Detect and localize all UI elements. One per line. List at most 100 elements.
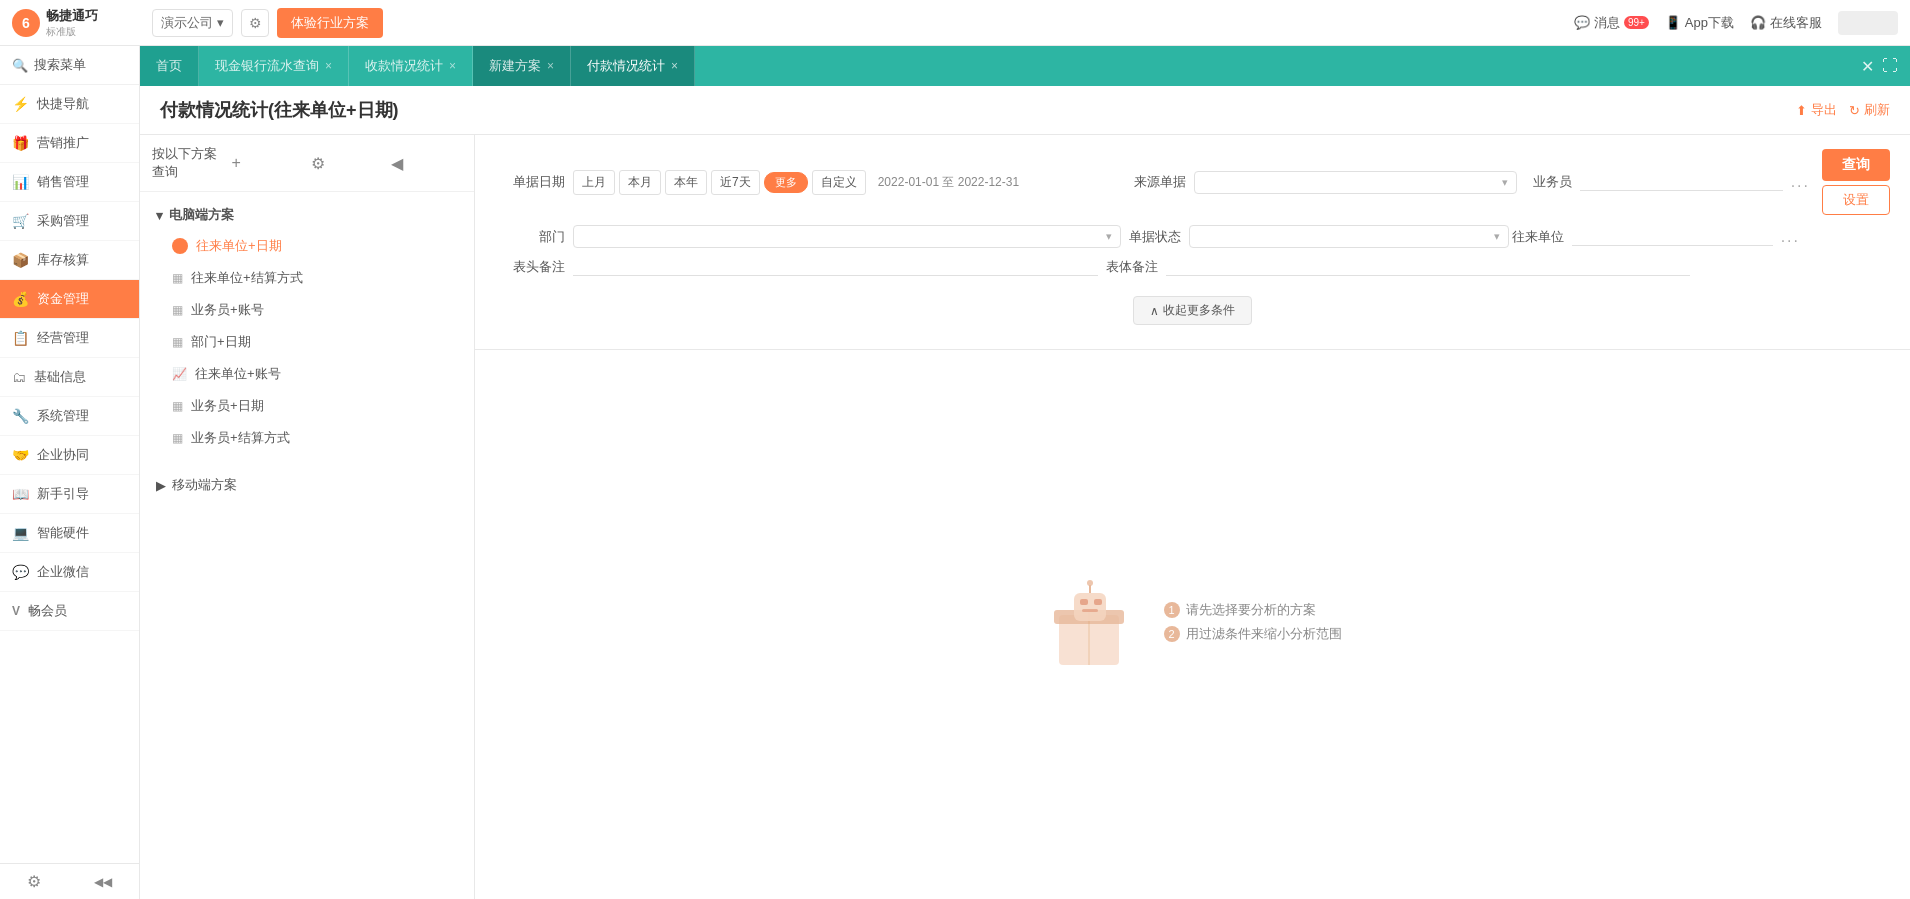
scheme-settings-button[interactable]: ⚙: [311, 154, 383, 173]
pc-group-title[interactable]: ▾ 电脑端方案: [140, 200, 474, 230]
related-unit-input[interactable]: [1572, 228, 1773, 243]
sidebar-item-member-label: 畅会员: [28, 602, 67, 620]
svg-rect-6: [1082, 609, 1098, 612]
scheme-staff-date[interactable]: ▦ 业务员+日期: [140, 390, 474, 422]
filter-row-1: 单据日期 上月 本月 本年 近7天 更多 自定义 2022-01-01 至 20…: [495, 149, 1890, 215]
sidebar-item-operation-label: 经营管理: [37, 329, 89, 347]
sidebar-settings-button[interactable]: ⚙: [27, 872, 41, 891]
panel-collapse-button[interactable]: ◀: [391, 154, 463, 173]
sidebar-item-operation[interactable]: 📋 经营管理: [0, 319, 139, 358]
online-service-button[interactable]: 🎧 在线客服: [1750, 14, 1822, 32]
body-remark-cell: [1166, 258, 1691, 276]
scheme-unit-settlement-icon: ▦: [172, 271, 183, 285]
add-scheme-button[interactable]: +: [232, 154, 304, 172]
date-btn-custom[interactable]: 自定义: [812, 170, 866, 195]
header-center: 演示公司 ▾ ⚙ 体验行业方案: [152, 8, 1574, 38]
date-label: 单据日期: [495, 173, 565, 191]
staff-input-wrap: [1580, 173, 1783, 191]
empty-svg: [1044, 575, 1144, 675]
filter-settings-button[interactable]: 设置: [1822, 185, 1890, 215]
sidebar-item-member[interactable]: V 畅会员: [0, 592, 139, 631]
search-menu-button[interactable]: 🔍 搜索菜单: [0, 46, 139, 85]
sidebar-collapse-button[interactable]: ◀◀: [94, 875, 112, 889]
sidebar-item-enterprise[interactable]: 🤝 企业协同: [0, 436, 139, 475]
scheme-unit-settlement[interactable]: ▦ 往来单位+结算方式: [140, 262, 474, 294]
logo-icon: 6: [12, 9, 40, 37]
scheme-unit-date[interactable]: 往来单位+日期: [140, 230, 474, 262]
empty-text: 1 请先选择要分析的方案 2 用过滤条件来缩小分析范围: [1164, 601, 1342, 649]
staff-input[interactable]: [1580, 173, 1783, 188]
svg-rect-4: [1080, 599, 1088, 605]
source-select[interactable]: ▾: [1194, 171, 1517, 194]
voucher-status-select[interactable]: ▾: [1189, 225, 1509, 248]
sidebar-item-marketing[interactable]: 🎁 营销推广: [0, 124, 139, 163]
enterprise-icon: 🤝: [12, 447, 29, 463]
sidebar-item-inventory[interactable]: 📦 库存核算: [0, 241, 139, 280]
user-avatar[interactable]: [1838, 11, 1898, 35]
tab-receipt-stats-close[interactable]: ×: [449, 59, 456, 73]
tab-bank-flow-close[interactable]: ×: [325, 59, 332, 73]
system-icon: 🔧: [12, 408, 29, 424]
trial-button[interactable]: 体验行业方案: [277, 8, 383, 38]
date-btn-more[interactable]: 更多: [764, 172, 808, 193]
body-remark-input[interactable]: [1166, 258, 1691, 273]
staff-dots[interactable]: ...: [1791, 173, 1810, 191]
sidebar-item-system[interactable]: 🔧 系统管理: [0, 397, 139, 436]
tab-home[interactable]: 首页: [140, 46, 199, 86]
tab-spacer: [695, 46, 1849, 86]
pc-group-chevron: ▾: [156, 208, 163, 223]
query-button[interactable]: 查询: [1822, 149, 1890, 181]
sidebar-item-basic-info[interactable]: 🗂 基础信息: [0, 358, 139, 397]
scheme-unit-date-icon: [172, 238, 188, 254]
dept-chevron-icon: ▾: [1106, 230, 1112, 243]
settings-button[interactable]: ⚙: [241, 9, 269, 37]
tab-payment-stats-close[interactable]: ×: [671, 59, 678, 73]
mobile-group-chevron: ▶: [156, 478, 166, 493]
messages-button[interactable]: 💬 消息 99+: [1574, 14, 1649, 32]
scheme-staff-account[interactable]: ▦ 业务员+账号: [140, 294, 474, 326]
scheme-dept-date[interactable]: ▦ 部门+日期: [140, 326, 474, 358]
scheme-unit-date-label: 往来单位+日期: [196, 237, 282, 255]
tab-receipt-stats[interactable]: 收款情况统计 ×: [349, 46, 473, 86]
company-chevron-icon: ▾: [217, 15, 224, 30]
sidebar-item-weixin[interactable]: 💬 企业微信: [0, 553, 139, 592]
tab-close-all-icon[interactable]: ✕: [1861, 57, 1874, 76]
scheme-staff-settlement[interactable]: ▦ 业务员+结算方式: [140, 422, 474, 454]
basic-info-icon: 🗂: [12, 369, 26, 385]
sidebar-item-hardware[interactable]: 💻 智能硬件: [0, 514, 139, 553]
staff-label: 业务员: [1517, 173, 1572, 191]
tab-new-scheme-close[interactable]: ×: [547, 59, 554, 73]
tab-receipt-stats-label: 收款情况统计: [365, 57, 443, 75]
tab-bank-flow[interactable]: 现金银行流水查询 ×: [199, 46, 349, 86]
sidebar-item-quick-nav-label: 快捷导航: [37, 95, 89, 113]
dept-select[interactable]: ▾: [573, 225, 1121, 248]
sidebar-item-sales[interactable]: 📊 销售管理: [0, 163, 139, 202]
scheme-unit-account[interactable]: 📈 往来单位+账号: [140, 358, 474, 390]
export-button[interactable]: ⬆ 导出: [1796, 101, 1837, 119]
tab-bank-flow-label: 现金银行流水查询: [215, 57, 319, 75]
company-name: 演示公司: [161, 14, 213, 32]
sidebar-item-purchase[interactable]: 🛒 采购管理: [0, 202, 139, 241]
sidebar-item-guide[interactable]: 📖 新手引导: [0, 475, 139, 514]
date-btn-last-month[interactable]: 上月: [573, 170, 615, 195]
empty-num-1: 1: [1164, 602, 1180, 618]
date-btn-this-year[interactable]: 本年: [665, 170, 707, 195]
refresh-button[interactable]: ↻ 刷新: [1849, 101, 1890, 119]
company-selector[interactable]: 演示公司 ▾: [152, 9, 233, 37]
right-panel: 单据日期 上月 本月 本年 近7天 更多 自定义 2022-01-01 至 20…: [475, 135, 1910, 899]
sidebar-bottom: ⚙ ◀◀: [0, 863, 139, 899]
header-remark-label: 表头备注: [495, 258, 565, 276]
tab-payment-stats[interactable]: 付款情况统计 ×: [571, 46, 695, 86]
related-unit-dots[interactable]: ...: [1781, 228, 1800, 246]
sidebar-item-quick-nav[interactable]: ⚡ 快捷导航: [0, 85, 139, 124]
mobile-group-title[interactable]: ▶ 移动端方案: [140, 470, 474, 500]
app-download-button[interactable]: 📱 App下载: [1665, 14, 1734, 32]
tab-expand-icon[interactable]: ⛶: [1882, 57, 1898, 75]
date-btn-7days[interactable]: 近7天: [711, 170, 760, 195]
collapse-more-button[interactable]: ∧ 收起更多条件: [1133, 296, 1252, 325]
tab-new-scheme[interactable]: 新建方案 ×: [473, 46, 571, 86]
date-btn-this-month[interactable]: 本月: [619, 170, 661, 195]
sidebar-item-capital[interactable]: 💰 资金管理: [0, 280, 139, 319]
logo-sub: 标准版: [46, 25, 98, 39]
header-remark-input[interactable]: [573, 258, 1098, 273]
